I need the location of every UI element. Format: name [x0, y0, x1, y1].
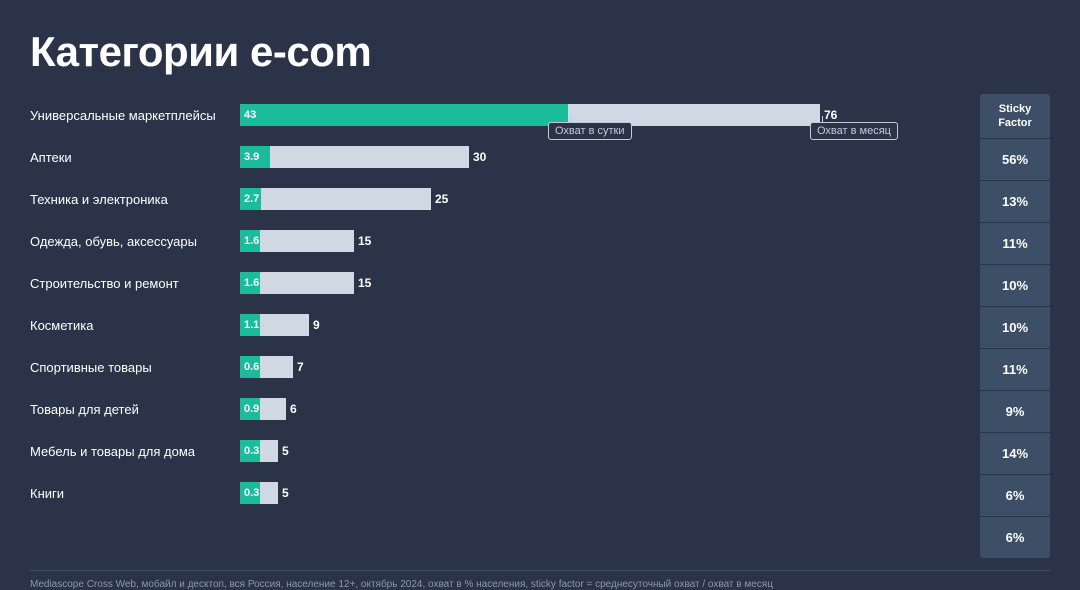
monthly-annotation: Охват в месяц: [810, 122, 898, 140]
bar-wrapper: 4376Охват в суткиОхват в месяц: [240, 94, 972, 136]
category-label: Товары для детей: [30, 402, 240, 417]
sticky-header: StickyFactor: [980, 94, 1050, 138]
table-row: Книги0.35: [30, 472, 972, 514]
sticky-value: 10%: [980, 306, 1050, 348]
main-content: Универсальные маркетплейсы4376Охват в су…: [30, 94, 1050, 558]
monthly-value-label: 30: [473, 150, 486, 164]
daily-bar: 0.3: [240, 440, 260, 462]
sticky-value: 56%: [980, 138, 1050, 180]
sticky-value: 9%: [980, 390, 1050, 432]
sticky-column: StickyFactor56%13%11%10%10%11%9%14%6%6%: [980, 94, 1050, 558]
daily-value-label: 2.7: [240, 193, 259, 205]
table-row: Товары для детей0.96: [30, 388, 972, 430]
daily-bar: 0.9: [240, 398, 260, 420]
daily-bar: 0.6: [240, 356, 260, 378]
table-row: Универсальные маркетплейсы4376Охват в су…: [30, 94, 972, 136]
daily-value-label: 0.3: [240, 445, 259, 457]
category-label: Аптеки: [30, 150, 240, 165]
bar-wrapper: 1.6 15: [240, 262, 972, 304]
daily-bar: 43: [240, 104, 568, 126]
chart-rows: Универсальные маркетплейсы4376Охват в су…: [30, 94, 972, 558]
monthly-value-label: 9: [313, 318, 320, 332]
monthly-value-label: 25: [435, 192, 448, 206]
sticky-value: 14%: [980, 432, 1050, 474]
category-label: Спортивные товары: [30, 360, 240, 375]
category-label: Одежда, обувь, аксессуары: [30, 234, 240, 249]
monthly-value-label: 15: [358, 276, 371, 290]
sticky-value: 11%: [980, 222, 1050, 264]
bar-wrapper: 0.96: [240, 388, 972, 430]
monthly-value-label: 5: [282, 444, 289, 458]
daily-annotation: Охват в сутки: [548, 122, 632, 140]
table-row: Аптеки3.9 30: [30, 136, 972, 178]
bar-wrapper: 0.35: [240, 472, 972, 514]
daily-bar: 0.3: [240, 482, 260, 504]
page-title: Категории e-com: [30, 28, 1050, 76]
monthly-bar: [240, 146, 469, 168]
daily-bar: 1.1: [240, 314, 260, 336]
daily-bar: 3.9: [240, 146, 270, 168]
daily-value-label: 1.6: [240, 277, 259, 289]
category-label: Универсальные маркетплейсы: [30, 108, 240, 123]
daily-value-label: 1.6: [240, 235, 259, 247]
category-label: Книги: [30, 486, 240, 501]
daily-value-label: 0.3: [240, 487, 259, 499]
table-row: Строительство и ремонт1.6 15: [30, 262, 972, 304]
daily-bar: 1.6: [240, 230, 260, 252]
sticky-value: 10%: [980, 264, 1050, 306]
category-label: Мебель и товары для дома: [30, 444, 240, 459]
bar-wrapper: 3.9 30: [240, 136, 972, 178]
footer-text: Mediascope Cross Web, мобайл и десктоп, …: [30, 570, 1050, 590]
daily-value-label: 0.6: [240, 361, 259, 373]
table-row: Одежда, обувь, аксессуары1.6 15: [30, 220, 972, 262]
daily-bar: 1.6: [240, 272, 260, 294]
daily-value-label: 0.9: [240, 403, 259, 415]
daily-bar: 2.7: [240, 188, 261, 210]
monthly-value-label: 15: [358, 234, 371, 248]
bar-wrapper: 1.6 15: [240, 220, 972, 262]
daily-value-label: 3.9: [240, 151, 259, 163]
sticky-value: 6%: [980, 474, 1050, 516]
table-row: Мебель и товары для дома0.35: [30, 430, 972, 472]
bar-wrapper: 1.19: [240, 304, 972, 346]
page-container: Категории e-com Универсальные маркетплей…: [0, 0, 1080, 577]
daily-value-label: 1.1: [240, 319, 259, 331]
sticky-value: 6%: [980, 516, 1050, 558]
category-label: Строительство и ремонт: [30, 276, 240, 291]
monthly-value-label: 7: [297, 360, 304, 374]
table-row: Техника и электроника2.7 25: [30, 178, 972, 220]
sticky-value: 11%: [980, 348, 1050, 390]
monthly-value-label: 76: [824, 108, 837, 122]
bar-wrapper: 0.67: [240, 346, 972, 388]
monthly-bar: [240, 188, 431, 210]
table-row: Косметика1.19: [30, 304, 972, 346]
category-label: Техника и электроника: [30, 192, 240, 207]
daily-value-label: 43: [240, 109, 256, 121]
bar-wrapper: 0.35: [240, 430, 972, 472]
sticky-value: 13%: [980, 180, 1050, 222]
monthly-value-label: 5: [282, 486, 289, 500]
bar-wrapper: 2.7 25: [240, 178, 972, 220]
category-label: Косметика: [30, 318, 240, 333]
table-row: Спортивные товары0.67: [30, 346, 972, 388]
monthly-value-label: 6: [290, 402, 297, 416]
